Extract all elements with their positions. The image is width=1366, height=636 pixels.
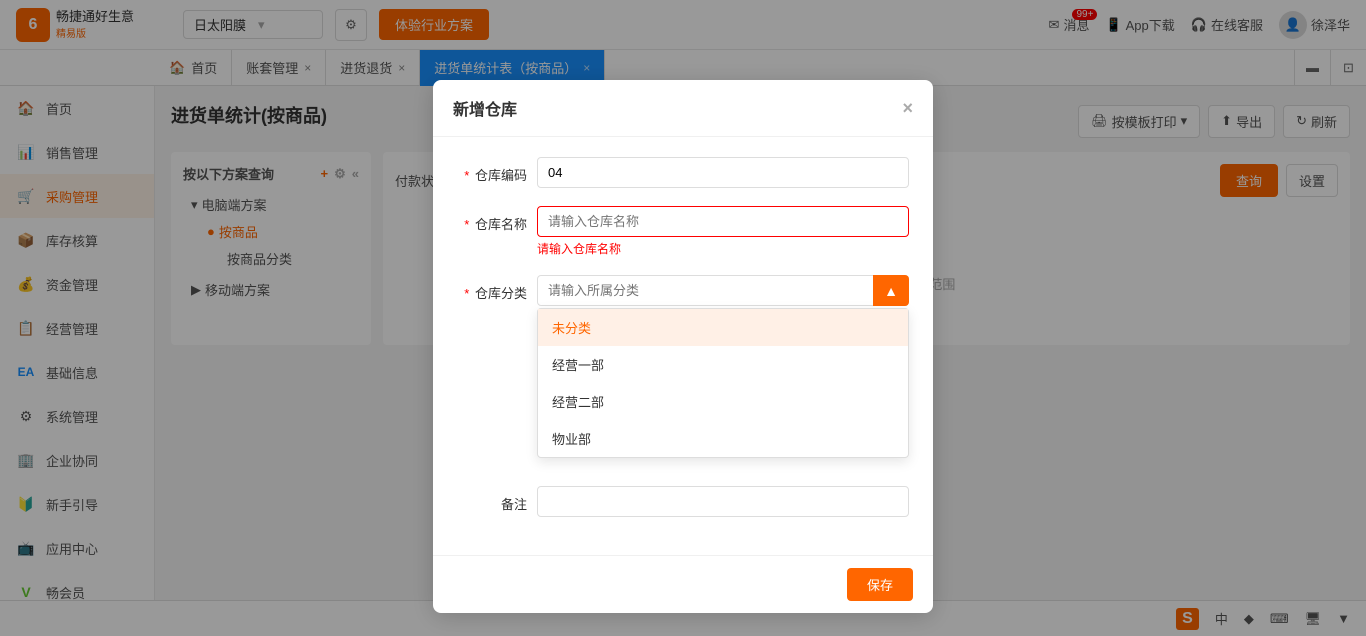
category-input[interactable] (537, 275, 909, 306)
dropdown-item-dept1[interactable]: 经营一部 (538, 346, 908, 383)
new-warehouse-modal: 新增仓库 × * 仓库编码 * 仓库名称 (433, 80, 933, 613)
code-label: * 仓库编码 (457, 157, 537, 184)
category-dropdown-btn[interactable]: ▲ (873, 275, 909, 306)
modal-header: 新增仓库 × (433, 80, 933, 137)
note-field (537, 486, 909, 517)
dropdown-item-uncategorized[interactable]: 未分类 (538, 309, 908, 346)
category-field: ▲ 未分类 经营一部 经营二部 物业部 (537, 275, 909, 306)
dropdown-item-dept2[interactable]: 经营二部 (538, 383, 908, 420)
code-field (537, 157, 909, 188)
category-label: * 仓库分类 (457, 275, 537, 302)
form-row-name: * 仓库名称 请输入仓库名称 (457, 206, 909, 257)
name-label: * 仓库名称 (457, 206, 537, 233)
dropdown-item-dept3[interactable]: 物业部 (538, 420, 908, 457)
form-row-note: 备注 (457, 486, 909, 517)
modal-body: * 仓库编码 * 仓库名称 请输入仓库名称 (433, 137, 933, 555)
category-dropdown: 未分类 经营一部 经营二部 物业部 (537, 308, 909, 458)
modal-overlay: 新增仓库 × * 仓库编码 * 仓库名称 (0, 0, 1366, 636)
note-input[interactable] (537, 486, 909, 517)
save-button[interactable]: 保存 (847, 568, 913, 601)
modal-close-button[interactable]: × (902, 99, 913, 117)
name-field: 请输入仓库名称 (537, 206, 909, 257)
code-input[interactable] (537, 157, 909, 188)
form-row-code: * 仓库编码 (457, 157, 909, 188)
note-label: 备注 (457, 486, 537, 513)
modal-footer: 保存 (433, 555, 933, 613)
form-row-category: * 仓库分类 ▲ 未分类 经营一部 (457, 275, 909, 306)
name-input[interactable] (537, 206, 909, 237)
name-error-msg: 请输入仓库名称 (537, 240, 909, 257)
modal-title: 新增仓库 (453, 96, 517, 120)
